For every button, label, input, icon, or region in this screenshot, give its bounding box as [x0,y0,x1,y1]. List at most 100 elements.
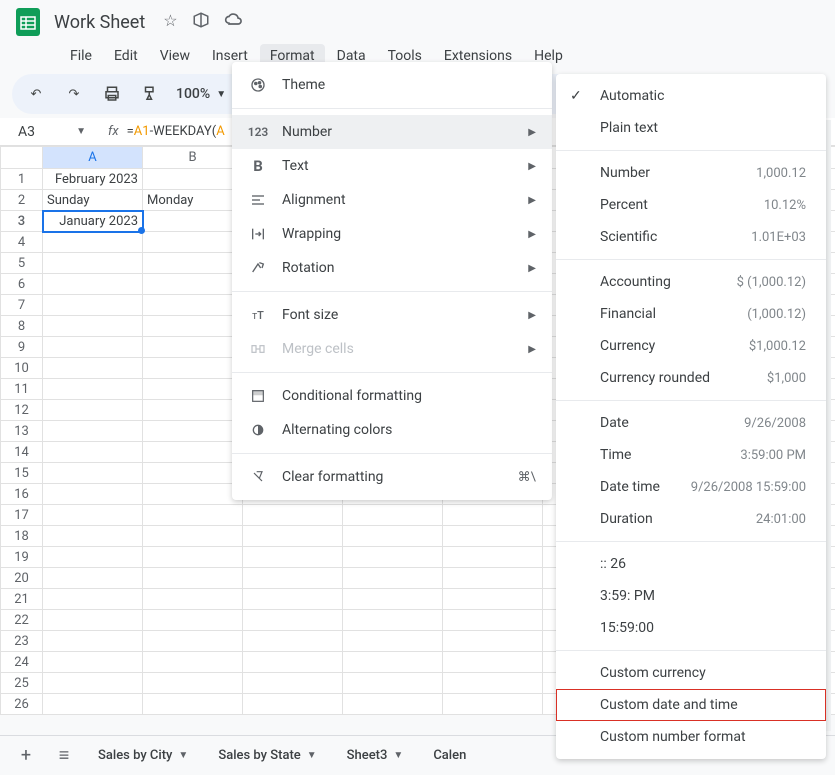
submenu-arrow-icon: ▶ [528,127,536,138]
row-header[interactable]: 4 [1,232,43,253]
row-header[interactable]: 6 [1,274,43,295]
row-header[interactable]: 16 [1,484,43,505]
sheet-tab[interactable]: Sales by State▼ [208,742,326,769]
number-format-submenu: ✓ Automatic Plain text Number1,000.12 Pe… [556,74,826,759]
caret-down-icon: ▼ [76,126,86,137]
numfmt-custom-date-time[interactable]: Custom date and time [556,689,826,721]
redo-button[interactable]: ↷ [62,82,86,106]
menu-view[interactable]: View [150,44,200,68]
undo-button[interactable]: ↶ [24,82,48,106]
row-header[interactable]: 2 [1,190,43,211]
all-sheets-button[interactable]: ≡ [50,745,78,766]
row-header[interactable]: 21 [1,589,43,610]
cell[interactable] [143,169,243,190]
numfmt-percent[interactable]: Percent10.12% [556,189,826,221]
format-number[interactable]: 123 Number ▶ [232,115,552,149]
numfmt-date[interactable]: Date9/26/2008 [556,407,826,439]
zoom-select[interactable]: 100% ▼ [176,86,226,102]
merge-icon [248,339,268,359]
numfmt-datetime[interactable]: Date time9/26/2008 15:59:00 [556,471,826,503]
format-alternating[interactable]: Alternating colors [232,413,552,447]
numfmt-custom-number[interactable]: Custom number format [556,721,826,753]
numfmt-custom-currency[interactable]: Custom currency [556,657,826,689]
format-merge-cells: Merge cells ▶ [232,332,552,366]
numfmt-financial[interactable]: Financial(1,000.12) [556,298,826,330]
formula-input[interactable]: =A1-WEEKDAY(A [127,124,225,139]
format-theme[interactable]: Theme [232,68,552,102]
add-sheet-button[interactable]: + [12,745,40,766]
row-header[interactable]: 25 [1,673,43,694]
caret-down-icon: ▼ [307,750,317,761]
check-icon: ✓ [570,88,582,104]
row-header[interactable]: 24 [1,652,43,673]
alternating-icon [248,420,268,440]
row-header[interactable]: 20 [1,568,43,589]
row-header[interactable]: 22 [1,610,43,631]
cell[interactable]: Sunday [43,190,143,211]
row-header[interactable]: 26 [1,694,43,715]
numfmt-currency[interactable]: Currency$1,000.12 [556,330,826,362]
cloud-status-icon[interactable] [224,11,244,33]
print-button[interactable] [100,82,124,106]
cell[interactable] [143,211,243,232]
document-title[interactable]: Work Sheet [54,12,145,33]
col-header-B[interactable]: B [143,147,243,169]
row-header[interactable]: 17 [1,505,43,526]
submenu-arrow-icon: ▶ [528,229,536,240]
numfmt-currency-rounded[interactable]: Currency rounded$1,000 [556,362,826,394]
row-header[interactable]: 13 [1,421,43,442]
submenu-arrow-icon: ▶ [528,344,536,355]
numfmt-automatic[interactable]: ✓ Automatic [556,80,826,112]
format-conditional[interactable]: Conditional formatting [232,379,552,413]
numfmt-scientific[interactable]: Scientific1.01E+03 [556,221,826,253]
row-header[interactable]: 3 [1,211,43,232]
row-header[interactable]: 18 [1,526,43,547]
numfmt-example-2[interactable]: 3:59: PM [556,580,826,612]
sheet-tab[interactable]: Sheet3▼ [337,742,414,769]
row-header[interactable]: 8 [1,316,43,337]
format-clear[interactable]: Clear formatting ⌘\ [232,460,552,494]
active-cell-name: A3 [18,124,35,140]
number-icon: 123 [248,122,268,142]
wrap-icon [248,224,268,244]
menu-file[interactable]: File [60,44,102,68]
font-size-icon: ᴛT [248,305,268,325]
row-header[interactable]: 5 [1,253,43,274]
format-rotation[interactable]: Rotation ▶ [232,251,552,285]
numfmt-time[interactable]: Time3:59:00 PM [556,439,826,471]
format-alignment[interactable]: Alignment ▶ [232,183,552,217]
row-header[interactable]: 7 [1,295,43,316]
numfmt-number[interactable]: Number1,000.12 [556,157,826,189]
row-header[interactable]: 11 [1,379,43,400]
sheet-tab[interactable]: Calen [423,742,476,769]
row-header[interactable]: 10 [1,358,43,379]
sheets-logo-icon[interactable] [12,6,44,38]
row-header[interactable]: 9 [1,337,43,358]
col-header-A[interactable]: A [43,147,143,169]
numfmt-plain-text[interactable]: Plain text [556,112,826,144]
row-header[interactable]: 14 [1,442,43,463]
sheet-tab[interactable]: Sales by City▼ [88,742,198,769]
star-icon[interactable]: ☆ [163,11,177,33]
row-header[interactable]: 15 [1,463,43,484]
format-wrapping[interactable]: Wrapping ▶ [232,217,552,251]
numfmt-example-3[interactable]: 15:59:00 [556,612,826,644]
cell-selected[interactable]: January 2023 [43,211,143,232]
menu-edit[interactable]: Edit [104,44,148,68]
cell[interactable]: Monday [143,190,243,211]
theme-icon [248,75,268,95]
row-header[interactable]: 1 [1,169,43,190]
paint-format-button[interactable] [138,82,162,106]
move-icon[interactable] [192,11,210,33]
row-header[interactable]: 12 [1,400,43,421]
numfmt-accounting[interactable]: Accounting$ (1,000.12) [556,266,826,298]
row-header[interactable]: 23 [1,631,43,652]
numfmt-duration[interactable]: Duration24:01:00 [556,503,826,535]
format-text[interactable]: B Text ▶ [232,149,552,183]
numfmt-example-1[interactable]: :: 26 [556,548,826,580]
submenu-arrow-icon: ▶ [528,310,536,321]
row-header[interactable]: 19 [1,547,43,568]
name-box[interactable]: A3 ▼ [12,122,92,142]
format-font-size[interactable]: ᴛT Font size ▶ [232,298,552,332]
cell[interactable]: February 2023 [43,169,143,190]
